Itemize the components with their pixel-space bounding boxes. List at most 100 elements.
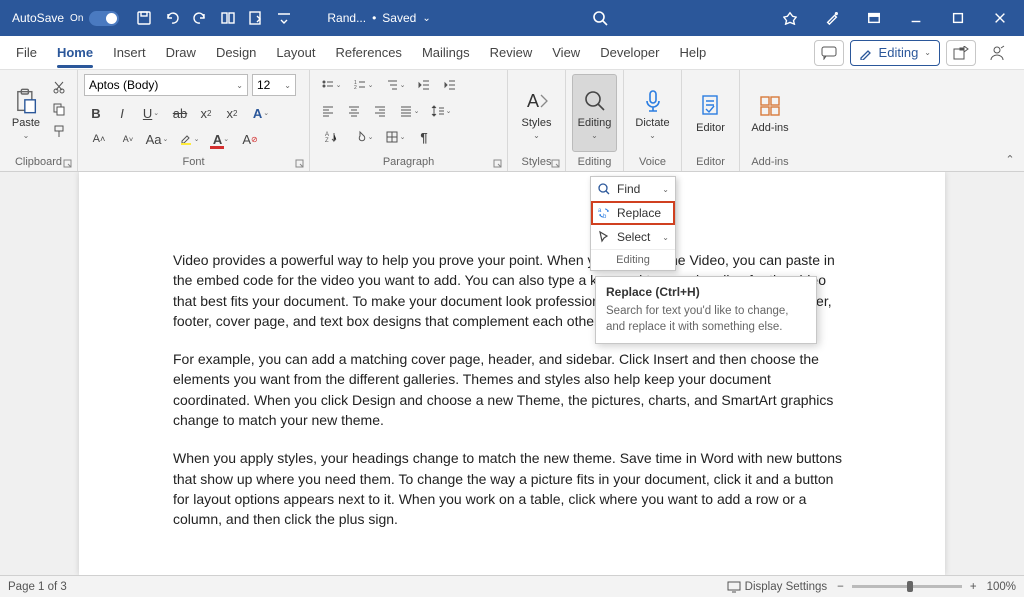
- tab-home[interactable]: Home: [47, 36, 103, 70]
- paragraph: When you apply styles, your headings cha…: [173, 448, 851, 529]
- align-justify-button[interactable]: ⌄: [394, 100, 424, 122]
- editor-button[interactable]: Editor: [688, 74, 733, 152]
- align-right-button[interactable]: [368, 100, 392, 122]
- dialog-launcher-icon[interactable]: [63, 159, 73, 169]
- numbering-button[interactable]: 12⌄: [348, 74, 378, 96]
- editing-button[interactable]: Editing ⌄: [572, 74, 617, 152]
- comments-button[interactable]: [814, 40, 844, 66]
- tab-layout[interactable]: Layout: [266, 36, 325, 70]
- zoom-in-button[interactable]: +: [970, 581, 977, 593]
- multilevel-list-button[interactable]: ⌄: [380, 74, 410, 96]
- editing-mode-button[interactable]: Editing ⌄: [850, 40, 940, 66]
- search-button[interactable]: [586, 4, 614, 32]
- align-left-button[interactable]: [316, 100, 340, 122]
- tab-mailings[interactable]: Mailings: [412, 36, 480, 70]
- autosave-toggle[interactable]: AutoSave On: [4, 11, 127, 26]
- shrink-font-button[interactable]: A˅: [116, 128, 140, 150]
- decrease-indent-button[interactable]: [412, 74, 436, 96]
- close-button[interactable]: [980, 0, 1020, 36]
- svg-text:Z: Z: [325, 138, 329, 144]
- document-title[interactable]: Rand... • Saved ⌄: [327, 11, 430, 25]
- tab-file[interactable]: File: [6, 36, 47, 70]
- sort-button[interactable]: AZ: [316, 126, 346, 148]
- premium-icon[interactable]: [770, 0, 810, 36]
- menu-item-find[interactable]: Find ⌄: [591, 177, 675, 201]
- doc-name: Rand...: [327, 11, 366, 25]
- paste-button[interactable]: Paste ⌄: [6, 74, 46, 152]
- account-button[interactable]: [982, 40, 1012, 66]
- font-color-button[interactable]: A⌄: [206, 128, 236, 150]
- superscript-button[interactable]: x2: [220, 102, 244, 124]
- chevron-down-icon: ⌄: [662, 185, 669, 194]
- tab-view[interactable]: View: [542, 36, 590, 70]
- highlight-button[interactable]: ⌄: [174, 128, 204, 150]
- increase-indent-button[interactable]: [438, 74, 462, 96]
- tab-design[interactable]: Design: [206, 36, 266, 70]
- dictate-button[interactable]: Dictate ⌄: [630, 74, 675, 152]
- italic-button[interactable]: I: [110, 102, 134, 124]
- group-voice: Dictate ⌄ Voice: [624, 70, 682, 171]
- qat-customize-icon[interactable]: [271, 5, 297, 31]
- redo-icon[interactable]: [187, 5, 213, 31]
- svg-text:2: 2: [354, 85, 357, 91]
- group-font: Aptos (Body)⌄ 12⌄ B I U⌄ ab x2 x2 A⌄ A˄ …: [78, 70, 310, 171]
- text-effects-button[interactable]: A⌄: [246, 102, 276, 124]
- qat-btn-2[interactable]: [243, 5, 269, 31]
- chevron-down-icon: ⌄: [23, 131, 30, 140]
- undo-icon[interactable]: [159, 5, 185, 31]
- zoom-slider[interactable]: [852, 585, 962, 588]
- maximize-button[interactable]: [938, 0, 978, 36]
- dialog-launcher-icon[interactable]: [551, 159, 561, 169]
- collapse-ribbon-button[interactable]: ⌃: [1002, 151, 1018, 167]
- menu-item-select[interactable]: Select ⌄: [591, 225, 675, 249]
- strikethrough-button[interactable]: ab: [168, 102, 192, 124]
- zoom-out-button[interactable]: −: [837, 581, 844, 593]
- group-addins: Add-ins Add-ins: [740, 70, 800, 171]
- clear-formatting-button[interactable]: A⊘: [238, 128, 262, 150]
- coming-soon-icon[interactable]: [812, 0, 852, 36]
- document-area: Video provides a powerful way to help yo…: [0, 172, 1024, 575]
- minimize-button[interactable]: [896, 0, 936, 36]
- change-case-button[interactable]: Aa⌄: [142, 128, 172, 150]
- font-size-combo[interactable]: 12⌄: [252, 74, 296, 96]
- share-button[interactable]: [946, 40, 976, 66]
- grow-font-button[interactable]: A˄: [84, 128, 114, 150]
- tab-draw[interactable]: Draw: [156, 36, 206, 70]
- underline-button[interactable]: U⌄: [136, 102, 166, 124]
- tab-help[interactable]: Help: [669, 36, 716, 70]
- subscript-button[interactable]: x2: [194, 102, 218, 124]
- group-editor: Editor Editor: [682, 70, 740, 171]
- font-name-combo[interactable]: Aptos (Body)⌄: [84, 74, 248, 96]
- document-page[interactable]: Video provides a powerful way to help yo…: [79, 172, 945, 575]
- tab-review[interactable]: Review: [480, 36, 543, 70]
- editing-mode-label: Editing: [879, 45, 919, 60]
- save-icon[interactable]: [131, 5, 157, 31]
- copy-button[interactable]: [48, 100, 70, 118]
- chevron-down-icon: ⌄: [591, 131, 598, 140]
- dialog-launcher-icon[interactable]: [295, 159, 305, 169]
- tab-references[interactable]: References: [325, 36, 411, 70]
- qat-btn-1[interactable]: [215, 5, 241, 31]
- show-marks-button[interactable]: ¶: [412, 126, 436, 148]
- tab-insert[interactable]: Insert: [103, 36, 156, 70]
- title-bar: AutoSave On Rand... • Saved ⌄: [0, 0, 1024, 36]
- dialog-launcher-icon[interactable]: [493, 159, 503, 169]
- paragraph: For example, you can add a matching cove…: [173, 349, 851, 430]
- display-settings-button[interactable]: Display Settings: [727, 581, 827, 593]
- line-spacing-button[interactable]: ⌄: [426, 100, 456, 122]
- bold-button[interactable]: B: [84, 102, 108, 124]
- chevron-down-icon: ⌄: [924, 48, 931, 57]
- bullets-button[interactable]: ⌄: [316, 74, 346, 96]
- addins-button[interactable]: Add-ins: [746, 74, 794, 152]
- format-painter-button[interactable]: [48, 122, 70, 140]
- styles-button[interactable]: A Styles ⌄: [514, 74, 559, 152]
- ribbon-display-icon[interactable]: [854, 0, 894, 36]
- menu-item-replace[interactable]: ab Replace: [591, 201, 675, 225]
- zoom-level[interactable]: 100%: [987, 581, 1016, 593]
- cut-button[interactable]: [48, 78, 70, 96]
- tab-developer[interactable]: Developer: [590, 36, 669, 70]
- shading-button[interactable]: ⌄: [348, 126, 378, 148]
- align-center-button[interactable]: [342, 100, 366, 122]
- page-indicator[interactable]: Page 1 of 3: [8, 581, 67, 593]
- borders-button[interactable]: ⌄: [380, 126, 410, 148]
